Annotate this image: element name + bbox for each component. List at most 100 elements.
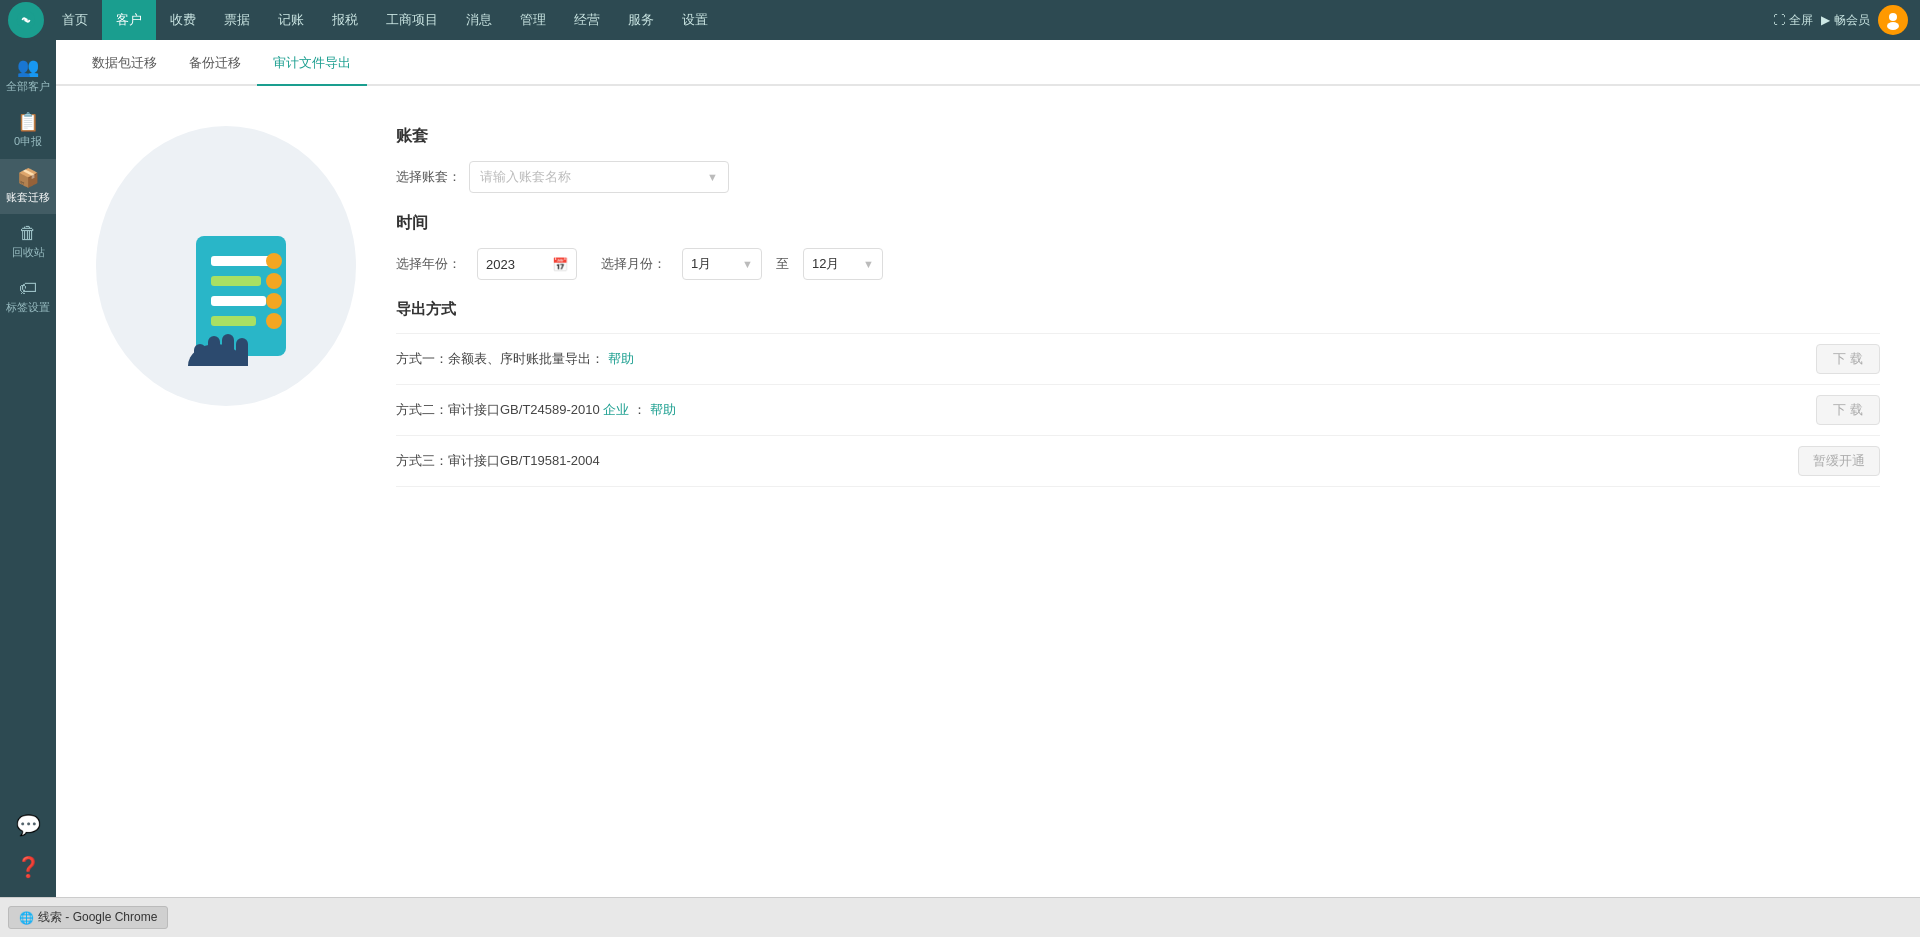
svg-point-11 bbox=[266, 293, 282, 309]
sidebar-item-label: 标签设置 bbox=[6, 300, 50, 314]
export-method-2: 方式二：审计接口GB/T24589-2010 企业 ： 帮助 下 载 bbox=[396, 384, 1880, 435]
account-select[interactable]: 请输入账套名称 ▼ bbox=[469, 161, 729, 193]
zero-report-icon: 📋 bbox=[17, 113, 39, 131]
svg-rect-6 bbox=[211, 276, 261, 286]
svg-point-1 bbox=[24, 18, 28, 22]
main-layout: 👥 全部客户 📋 0申报 📦 账套迁移 🗑 回收站 🏷 标签设置 💬 ❓ 数据包… bbox=[0, 40, 1920, 897]
fullscreen-icon: ⛶ bbox=[1773, 13, 1785, 27]
taskbar-label: 线索 - Google Chrome bbox=[38, 909, 157, 926]
method-2-download-button[interactable]: 下 载 bbox=[1816, 395, 1880, 425]
sidebar-chat-icon[interactable]: 💬 bbox=[10, 807, 47, 843]
account-placeholder: 请输入账套名称 bbox=[480, 168, 571, 186]
export-method-1: 方式一：余额表、序时账批量导出： 帮助 下 载 bbox=[396, 333, 1880, 384]
export-section-title: 导出方式 bbox=[396, 300, 1880, 319]
illustration bbox=[96, 126, 356, 406]
nav-manage[interactable]: 管理 bbox=[506, 0, 560, 40]
sidebar-bottom: 💬 ❓ bbox=[10, 807, 47, 897]
nav-items: 首页 客户 收费 票据 记账 报税 工商项目 消息 管理 经营 服务 设置 bbox=[48, 0, 1773, 40]
svg-rect-5 bbox=[211, 256, 271, 266]
sidebar-item-all-clients[interactable]: 👥 全部客户 bbox=[0, 48, 56, 103]
nav-settings[interactable]: 设置 bbox=[668, 0, 722, 40]
method-2-text: 方式二：审计接口GB/T24589-2010 企业 ： 帮助 bbox=[396, 401, 676, 419]
method-1-help[interactable]: 帮助 bbox=[608, 351, 634, 366]
nav-fee[interactable]: 收费 bbox=[156, 0, 210, 40]
svg-point-2 bbox=[1889, 13, 1897, 21]
method-1-text: 方式一：余额表、序时账批量导出： 帮助 bbox=[396, 350, 634, 368]
method-3-text: 方式三：审计接口GB/T19581-2004 bbox=[396, 452, 600, 470]
account-label: 选择账套： bbox=[396, 168, 461, 186]
svg-rect-17 bbox=[236, 338, 248, 366]
nav-home[interactable]: 首页 bbox=[48, 0, 102, 40]
tab-backup-migrate[interactable]: 备份迁移 bbox=[173, 42, 257, 86]
all-clients-icon: 👥 bbox=[17, 58, 39, 76]
avatar[interactable] bbox=[1878, 5, 1908, 35]
chevron-down-icon: ▼ bbox=[742, 258, 753, 270]
tab-audit-export[interactable]: 审计文件导出 bbox=[257, 42, 367, 86]
logo[interactable] bbox=[8, 2, 44, 38]
sidebar-item-label: 回收站 bbox=[12, 245, 45, 259]
nav-ops[interactable]: 经营 bbox=[560, 0, 614, 40]
year-label: 选择年份： bbox=[396, 255, 461, 273]
sidebar-item-label: 全部客户 bbox=[6, 79, 50, 93]
month-end-select[interactable]: 12月 ▼ bbox=[803, 248, 883, 280]
export-container: 账套 选择账套： 请输入账套名称 ▼ 时间 选择年份： 2023 bbox=[96, 116, 1880, 487]
chevron-down-icon: ▼ bbox=[707, 171, 718, 183]
svg-point-3 bbox=[1887, 22, 1899, 30]
month-start-value: 1月 bbox=[691, 255, 711, 273]
method-3-open-button[interactable]: 暂缓开通 bbox=[1798, 446, 1880, 476]
year-value: 2023 bbox=[486, 257, 515, 272]
svg-point-9 bbox=[266, 253, 282, 269]
nav-biz[interactable]: 工商项目 bbox=[372, 0, 452, 40]
taskbar-chrome-item[interactable]: 🌐 线索 - Google Chrome bbox=[8, 906, 168, 929]
member-icon: ▶ bbox=[1821, 13, 1830, 27]
nav-msg[interactable]: 消息 bbox=[452, 0, 506, 40]
member-button[interactable]: ▶ 畅会员 bbox=[1821, 12, 1870, 29]
to-label: 至 bbox=[776, 255, 789, 273]
nav-tax[interactable]: 报税 bbox=[318, 0, 372, 40]
content-area: 数据包迁移 备份迁移 审计文件导出 bbox=[56, 40, 1920, 897]
calendar-icon: 📅 bbox=[552, 257, 568, 272]
svg-rect-14 bbox=[194, 344, 206, 366]
page-body: 账套 选择账套： 请输入账套名称 ▼ 时间 选择年份： 2023 bbox=[56, 86, 1920, 897]
year-input[interactable]: 2023 📅 bbox=[477, 248, 577, 280]
account-section-title: 账套 bbox=[396, 126, 1880, 147]
taskbar: 🌐 线索 - Google Chrome bbox=[0, 897, 1920, 937]
form-side: 账套 选择账套： 请输入账套名称 ▼ 时间 选择年份： 2023 bbox=[396, 116, 1880, 487]
method-2-company[interactable]: 企业 bbox=[603, 402, 629, 417]
month-label: 选择月份： bbox=[601, 255, 666, 273]
sidebar-help-icon[interactable]: ❓ bbox=[10, 849, 47, 885]
svg-rect-15 bbox=[208, 336, 220, 366]
svg-point-12 bbox=[266, 313, 282, 329]
account-field-row: 选择账套： 请输入账套名称 ▼ bbox=[396, 161, 1880, 193]
sidebar-item-label: 账套迁移 bbox=[6, 190, 50, 204]
recycle-icon: 🗑 bbox=[19, 224, 37, 242]
chrome-icon: 🌐 bbox=[19, 911, 34, 925]
chevron-down-icon: ▼ bbox=[863, 258, 874, 270]
month-start-select[interactable]: 1月 ▼ bbox=[682, 248, 762, 280]
month-end-value: 12月 bbox=[812, 255, 839, 273]
sidebar-item-account-migrate[interactable]: 📦 账套迁移 bbox=[0, 159, 56, 214]
nav-right: ⛶ 全屏 ▶ 畅会员 bbox=[1773, 5, 1920, 35]
time-field-row: 选择年份： 2023 📅 选择月份： 1月 ▼ 至 12月 bbox=[396, 248, 1880, 280]
account-migrate-icon: 📦 bbox=[17, 169, 39, 187]
nav-client[interactable]: 客户 bbox=[102, 0, 156, 40]
method-1-download-button[interactable]: 下 载 bbox=[1816, 344, 1880, 374]
tab-data-migrate[interactable]: 数据包迁移 bbox=[76, 42, 173, 86]
top-nav: 首页 客户 收费 票据 记账 报税 工商项目 消息 管理 经营 服务 设置 ⛶ … bbox=[0, 0, 1920, 40]
sidebar-item-zero-report[interactable]: 📋 0申报 bbox=[0, 103, 56, 158]
nav-invoice[interactable]: 票据 bbox=[210, 0, 264, 40]
method-2-help[interactable]: 帮助 bbox=[650, 402, 676, 417]
sidebar: 👥 全部客户 📋 0申报 📦 账套迁移 🗑 回收站 🏷 标签设置 💬 ❓ bbox=[0, 40, 56, 897]
fullscreen-button[interactable]: ⛶ 全屏 bbox=[1773, 12, 1813, 29]
svg-rect-7 bbox=[211, 296, 266, 306]
tag-settings-icon: 🏷 bbox=[19, 279, 37, 297]
sidebar-item-label: 0申报 bbox=[14, 134, 42, 148]
sidebar-item-tag-settings[interactable]: 🏷 标签设置 bbox=[0, 269, 56, 324]
time-section-title: 时间 bbox=[396, 213, 1880, 234]
nav-account[interactable]: 记账 bbox=[264, 0, 318, 40]
nav-service[interactable]: 服务 bbox=[614, 0, 668, 40]
tabs-bar: 数据包迁移 备份迁移 审计文件导出 bbox=[56, 40, 1920, 86]
sidebar-item-recycle[interactable]: 🗑 回收站 bbox=[0, 214, 56, 269]
svg-rect-8 bbox=[211, 316, 256, 326]
export-method-3: 方式三：审计接口GB/T19581-2004 暂缓开通 bbox=[396, 435, 1880, 487]
